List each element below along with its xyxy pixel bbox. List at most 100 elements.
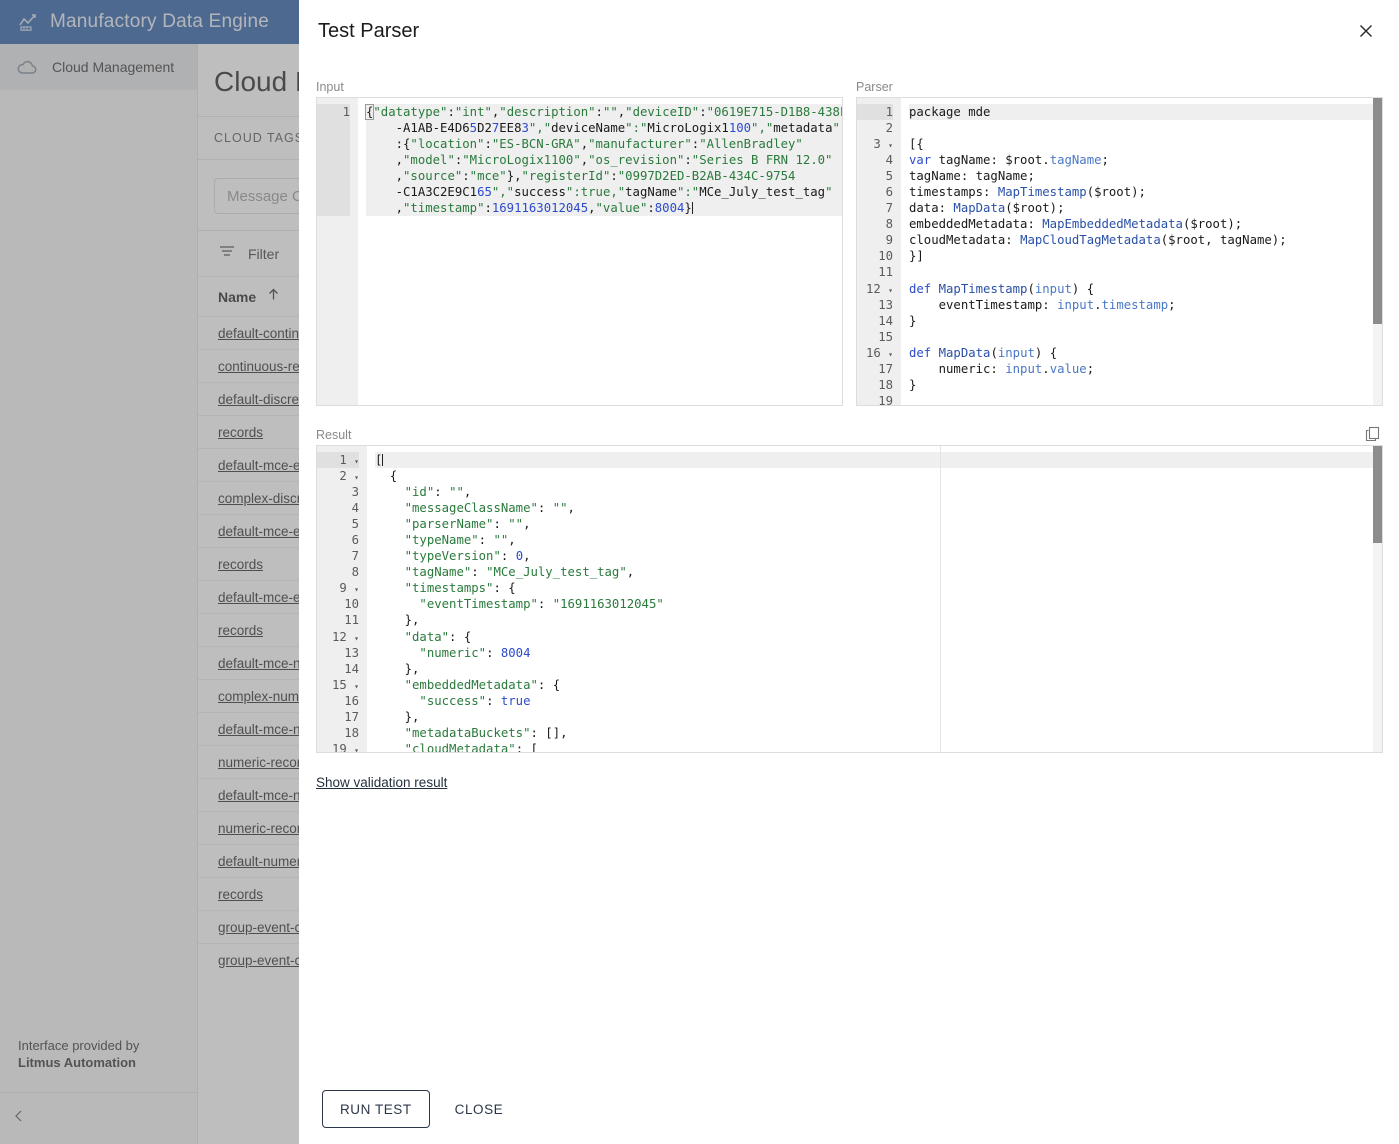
line-number: 11 bbox=[317, 612, 359, 628]
code-line bbox=[909, 120, 1382, 136]
code-line: }] bbox=[909, 248, 1382, 264]
line-number: 5 bbox=[317, 516, 359, 532]
line-number: 6 bbox=[857, 184, 893, 200]
dialog-header: Test Parser bbox=[299, 0, 1399, 62]
input-gutter: 1 bbox=[317, 98, 358, 405]
code-line: { bbox=[375, 468, 1382, 484]
result-panel-label: Result bbox=[316, 428, 351, 442]
line-number: 8 bbox=[857, 216, 893, 232]
parser-editor[interactable]: 123 ▾456789101112 ▾13141516 ▾171819 pack… bbox=[856, 97, 1383, 406]
line-number: 7 bbox=[317, 548, 359, 564]
code-line: tagName: tagName; bbox=[909, 168, 1382, 184]
code-line: }, bbox=[375, 661, 1382, 677]
result-scrollbar[interactable] bbox=[1373, 446, 1382, 752]
result-code-area[interactable]: [ { "id": "", "messageClassName": "", "p… bbox=[367, 446, 1382, 752]
code-line: {"datatype":"int","description":"","devi… bbox=[366, 104, 842, 120]
line-number: 15 ▾ bbox=[317, 677, 359, 693]
code-line: "success": true bbox=[375, 693, 1382, 709]
code-line: cloudMetadata: MapCloudTagMetadata($root… bbox=[909, 232, 1382, 248]
close-button[interactable]: CLOSE bbox=[438, 1090, 521, 1128]
line-number: 13 bbox=[857, 297, 893, 313]
code-line: :{"location":"ES-BCN-GRA","manufacturer"… bbox=[366, 136, 842, 152]
code-line: "embeddedMetadata": { bbox=[375, 677, 1382, 693]
line-number: 13 bbox=[317, 645, 359, 661]
code-line: -A1AB-E4D65D27EE83","deviceName":"MicroL… bbox=[366, 120, 842, 136]
code-line bbox=[909, 264, 1382, 280]
code-line: [{ bbox=[909, 136, 1382, 152]
code-line: ,"source":"mce"},"registerId":"0997D2ED-… bbox=[366, 168, 842, 184]
line-number: 3 bbox=[317, 484, 359, 500]
code-line: "tagName": "MCe_July_test_tag", bbox=[375, 564, 1382, 580]
code-line: data: MapData($root); bbox=[909, 200, 1382, 216]
code-line: -C1A3C2E9C165","success":true,"tagName":… bbox=[366, 184, 842, 200]
code-line: "eventTimestamp": "1691163012045" bbox=[375, 596, 1382, 612]
line-number: 4 bbox=[857, 152, 893, 168]
test-parser-dialog: Test Parser Input 1 {"datatype":"int","d… bbox=[299, 0, 1399, 1144]
parser-code-area[interactable]: package mde [{var tagName: $root.tagName… bbox=[901, 98, 1382, 405]
input-panel-label: Input bbox=[316, 80, 843, 94]
line-number: 7 bbox=[857, 200, 893, 216]
run-test-button[interactable]: RUN TEST bbox=[322, 1090, 430, 1128]
line-number: 1 bbox=[857, 104, 893, 120]
code-line: "parserName": "", bbox=[375, 516, 1382, 532]
close-icon[interactable] bbox=[1351, 16, 1381, 46]
line-number: 6 bbox=[317, 532, 359, 548]
code-line: embeddedMetadata: MapEmbeddedMetadata($r… bbox=[909, 216, 1382, 232]
parser-panel-label: Parser bbox=[856, 80, 1383, 94]
line-number-continuation bbox=[317, 136, 350, 152]
line-number: 15 bbox=[857, 329, 893, 345]
code-line: def MapTimestamp(input) { bbox=[909, 281, 1382, 297]
copy-icon[interactable] bbox=[1361, 423, 1383, 445]
code-line: "typeName": "", bbox=[375, 532, 1382, 548]
line-number: 1 ▾ bbox=[317, 452, 359, 468]
input-code-area[interactable]: {"datatype":"int","description":"","devi… bbox=[358, 98, 842, 405]
result-gutter: 1 ▾2 ▾3456789 ▾101112 ▾131415 ▾16171819 … bbox=[317, 446, 367, 752]
code-line bbox=[909, 329, 1382, 345]
line-number: 18 bbox=[857, 377, 893, 393]
line-number: 2 ▾ bbox=[317, 468, 359, 484]
parser-scrollbar[interactable] bbox=[1373, 98, 1382, 405]
code-line: package mde bbox=[909, 104, 1382, 120]
code-line: }, bbox=[375, 709, 1382, 725]
line-number: 18 bbox=[317, 725, 359, 741]
line-number: 17 bbox=[857, 361, 893, 377]
parser-editor-wrap: Parser 123 ▾456789101112 ▾13141516 ▾1718… bbox=[856, 80, 1383, 406]
code-line: timestamps: MapTimestamp($root); bbox=[909, 184, 1382, 200]
code-line: } bbox=[909, 377, 1382, 393]
line-number: 14 bbox=[857, 313, 893, 329]
dialog-title: Test Parser bbox=[318, 20, 419, 43]
dialog-body: Input 1 {"datatype":"int","description":… bbox=[299, 62, 1399, 1074]
line-number-continuation bbox=[317, 152, 350, 168]
code-line: "typeVersion": 0, bbox=[375, 548, 1382, 564]
code-line: var tagName: $root.tagName; bbox=[909, 152, 1382, 168]
result-editor[interactable]: 1 ▾2 ▾3456789 ▾101112 ▾131415 ▾16171819 … bbox=[316, 445, 1383, 753]
line-number: 5 bbox=[857, 168, 893, 184]
line-number: 17 bbox=[317, 709, 359, 725]
line-number: 12 ▾ bbox=[857, 281, 893, 297]
line-number-continuation bbox=[317, 120, 350, 136]
code-line: "numeric": 8004 bbox=[375, 645, 1382, 661]
line-number: 2 bbox=[857, 120, 893, 136]
code-line bbox=[909, 393, 1382, 405]
code-line: "cloudMetadata": [ bbox=[375, 741, 1382, 752]
line-number: 9 ▾ bbox=[317, 580, 359, 596]
line-number-continuation bbox=[317, 200, 350, 216]
code-line: eventTimestamp: input.timestamp; bbox=[909, 297, 1382, 313]
code-line: "messageClassName": "", bbox=[375, 500, 1382, 516]
line-number: 19 bbox=[857, 393, 893, 406]
code-line: def MapData(input) { bbox=[909, 345, 1382, 361]
line-number: 14 bbox=[317, 661, 359, 677]
line-number: 10 bbox=[857, 248, 893, 264]
code-line: ,"model":"MicroLogix1100","os_revision":… bbox=[366, 152, 842, 168]
input-editor-wrap: Input 1 {"datatype":"int","description":… bbox=[316, 80, 843, 406]
parser-gutter: 123 ▾456789101112 ▾13141516 ▾171819 bbox=[857, 98, 901, 405]
input-editor[interactable]: 1 {"datatype":"int","description":"","de… bbox=[316, 97, 843, 406]
line-number: 12 ▾ bbox=[317, 629, 359, 645]
line-number: 9 bbox=[857, 232, 893, 248]
line-number: 4 bbox=[317, 500, 359, 516]
result-label-row: Result bbox=[316, 423, 1383, 445]
result-section: Result 1 ▾2 ▾3456789 ▾101112 ▾131415 ▾16… bbox=[316, 423, 1383, 753]
show-validation-result-link[interactable]: Show validation result bbox=[316, 775, 447, 790]
line-number-continuation bbox=[317, 184, 350, 200]
code-line: } bbox=[909, 313, 1382, 329]
